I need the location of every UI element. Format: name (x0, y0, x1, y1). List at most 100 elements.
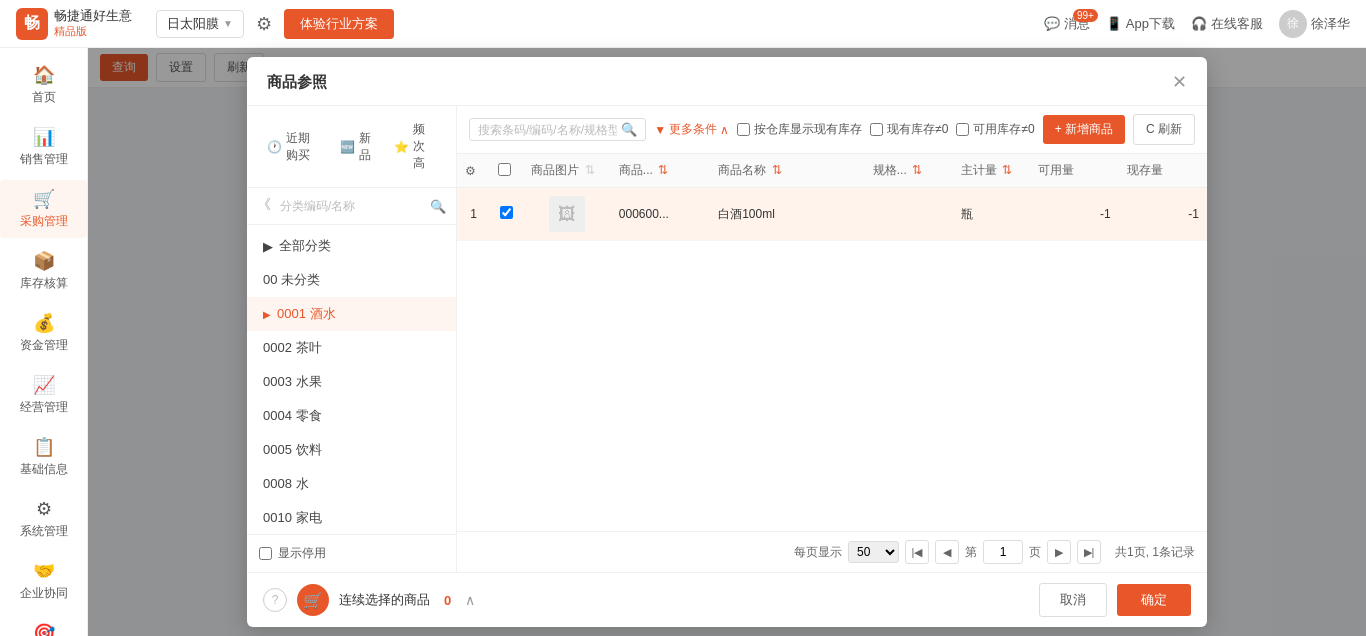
star-icon: ⭐ (394, 140, 409, 154)
prev-page-button[interactable]: ◀ (935, 540, 959, 564)
tab-label: 近期购买 (286, 130, 318, 164)
cat-0003[interactable]: 0003 水果 (247, 365, 456, 399)
cat-0008[interactable]: 0008 水 (247, 467, 456, 501)
add-product-button[interactable]: + 新增商品 (1043, 115, 1125, 144)
cat-0004[interactable]: 0004 零食 (247, 399, 456, 433)
first-page-button[interactable]: |◀ (905, 540, 929, 564)
cat-label: 0008 水 (263, 475, 309, 493)
refresh-product-button[interactable]: C 刷新 (1133, 114, 1195, 145)
sidebar-item-label: 销售管理 (20, 151, 68, 168)
product-reference-modal: 商品参照 ✕ 🕐 近期购买 🆕 (247, 57, 1207, 627)
cat-label: 00 未分类 (263, 271, 320, 289)
available-stock-check[interactable]: 可用库存≠0 (956, 121, 1034, 138)
sort-icon[interactable]: ⇅ (912, 163, 922, 177)
available-stock-checkbox[interactable] (956, 123, 969, 136)
product-search-input[interactable] (478, 123, 617, 137)
col-stock-header[interactable]: 现存量 (1119, 154, 1207, 188)
sort-icon[interactable]: ⇅ (772, 163, 782, 177)
message-button[interactable]: 💬 消息 99+ (1044, 15, 1090, 33)
cat-search-icon[interactable]: 🔍 (430, 199, 446, 214)
search-icon[interactable]: 🔍 (621, 122, 637, 137)
more-filter-button[interactable]: ▼ 更多条件 ∧ (654, 121, 729, 138)
warehouse-filter-check[interactable]: 按仓库显示现有库存 (737, 121, 862, 138)
sidebar-item-purchase[interactable]: 🛒 采购管理 (0, 180, 87, 238)
brand-select[interactable]: 日太阳膜 ▼ (156, 10, 244, 38)
clock-icon: 🕐 (267, 140, 282, 154)
product-table-body: 1 🖼 000600... 白酒100ml (457, 188, 1207, 241)
next-page-button[interactable]: ▶ (1047, 540, 1071, 564)
sidebar-item-basic[interactable]: 📋 基础信息 (0, 428, 87, 486)
row-avail: -1 (1030, 188, 1118, 241)
page-number-input[interactable] (983, 540, 1023, 564)
main-layout: 🏠 首页 📊 销售管理 🛒 采购管理 📦 库存核算 💰 资金管理 📈 经营管理 … (0, 48, 1366, 636)
high-frequency-tab[interactable]: ⭐ 频次高 (386, 116, 444, 177)
cat-0001[interactable]: ▶ 0001 酒水 (247, 297, 456, 331)
col-settings[interactable]: ⚙ (457, 154, 490, 188)
category-search-input[interactable] (280, 199, 430, 213)
sidebar-item-inventory[interactable]: 📦 库存核算 (0, 242, 87, 300)
recent-purchase-tab[interactable]: 🕐 近期购买 (259, 116, 326, 177)
warehouse-checkbox[interactable] (737, 123, 750, 136)
cat-00[interactable]: 00 未分类 (247, 263, 456, 297)
sidebar-item-sales[interactable]: 📊 销售管理 (0, 118, 87, 176)
col-name-header[interactable]: 商品名称 ⇅ (710, 154, 865, 188)
col-code-header[interactable]: 商品... ⇅ (611, 154, 710, 188)
online-service-button[interactable]: 🎧 在线客服 (1191, 15, 1263, 33)
inventory-icon: 📦 (33, 250, 55, 272)
sort-icon[interactable]: ⇅ (658, 163, 668, 177)
sort-icon[interactable]: ⇅ (1002, 163, 1012, 177)
close-button[interactable]: ✕ (1172, 71, 1187, 93)
collapse-icon[interactable]: ∧ (465, 592, 475, 608)
row-checkbox-cell (490, 188, 523, 241)
gear-icon[interactable]: ⚙ (256, 13, 272, 35)
sidebar-item-operation[interactable]: 📈 经营管理 (0, 366, 87, 424)
col-image-header[interactable]: 商品图片 ⇅ (523, 154, 611, 188)
username: 徐泽华 (1311, 15, 1350, 33)
cat-0010[interactable]: 0010 家电 (247, 501, 456, 534)
product-toolbar: 🔍 ▼ 更多条件 ∧ 按仓库显示现有库存 (457, 106, 1207, 154)
app-download-button[interactable]: 📱 App下载 (1106, 15, 1175, 33)
col-unit-header[interactable]: 主计量 ⇅ (953, 154, 1030, 188)
cat-0002[interactable]: 0002 茶叶 (247, 331, 456, 365)
page-size-select[interactable]: 50 100 200 (848, 541, 899, 563)
existing-stock-checkbox[interactable] (870, 123, 883, 136)
show-disabled-checkbox[interactable] (259, 547, 272, 560)
phone-icon: 📱 (1106, 16, 1122, 31)
cat-label: 全部分类 (279, 237, 331, 255)
collapse-icon[interactable]: 《 (257, 196, 274, 216)
cat-label: 0003 水果 (263, 373, 322, 391)
modal-overlay: 商品参照 ✕ 🕐 近期购买 🆕 (88, 48, 1366, 636)
quick-tabs: 🕐 近期购买 🆕 新品 ⭐ 频次高 (247, 106, 456, 188)
col-avail-header[interactable]: 可用量 (1030, 154, 1118, 188)
sort-icon[interactable]: ⇅ (585, 163, 595, 177)
col-spec-header[interactable]: 规格... ⇅ (865, 154, 953, 188)
sidebar-item-finance[interactable]: 💰 资金管理 (0, 304, 87, 362)
sidebar-item-system[interactable]: ⚙ 系统管理 (0, 490, 87, 548)
user-menu[interactable]: 徐 徐泽华 (1279, 10, 1350, 38)
cat-0005[interactable]: 0005 饮料 (247, 433, 456, 467)
row-checkbox[interactable] (500, 206, 513, 219)
page-size-label: 每页显示 (794, 544, 842, 561)
table-row[interactable]: 1 🖼 000600... 白酒100ml (457, 188, 1207, 241)
sidebar-item-guide[interactable]: 🎯 新手引导 (0, 614, 87, 636)
show-disabled-label[interactable]: 显示停用 (278, 545, 326, 562)
help-icon[interactable]: ? (263, 588, 287, 612)
sidebar-item-label: 首页 (32, 89, 56, 106)
cancel-button[interactable]: 取消 (1039, 583, 1107, 617)
logo-area: 畅 畅捷通好生意 精品版 (16, 8, 132, 40)
experience-button[interactable]: 体验行业方案 (284, 9, 394, 39)
confirm-button[interactable]: 确定 (1117, 584, 1191, 616)
sidebar-item-home[interactable]: 🏠 首页 (0, 56, 87, 114)
product-search-box: 🔍 (469, 118, 646, 141)
existing-stock-check[interactable]: 现有库存≠0 (870, 121, 948, 138)
new-product-tab[interactable]: 🆕 新品 (332, 116, 381, 177)
cat-label: 0001 酒水 (277, 305, 336, 323)
purchase-icon: 🛒 (33, 188, 55, 210)
cart-icon[interactable]: 🛒 (297, 584, 329, 616)
warehouse-label: 按仓库显示现有库存 (754, 121, 862, 138)
cat-all[interactable]: ▶ 全部分类 (247, 229, 456, 263)
sidebar-item-enterprise[interactable]: 🤝 企业协同 (0, 552, 87, 610)
sidebar-item-label: 库存核算 (20, 275, 68, 292)
last-page-button[interactable]: ▶| (1077, 540, 1101, 564)
select-all-checkbox[interactable] (498, 163, 511, 176)
